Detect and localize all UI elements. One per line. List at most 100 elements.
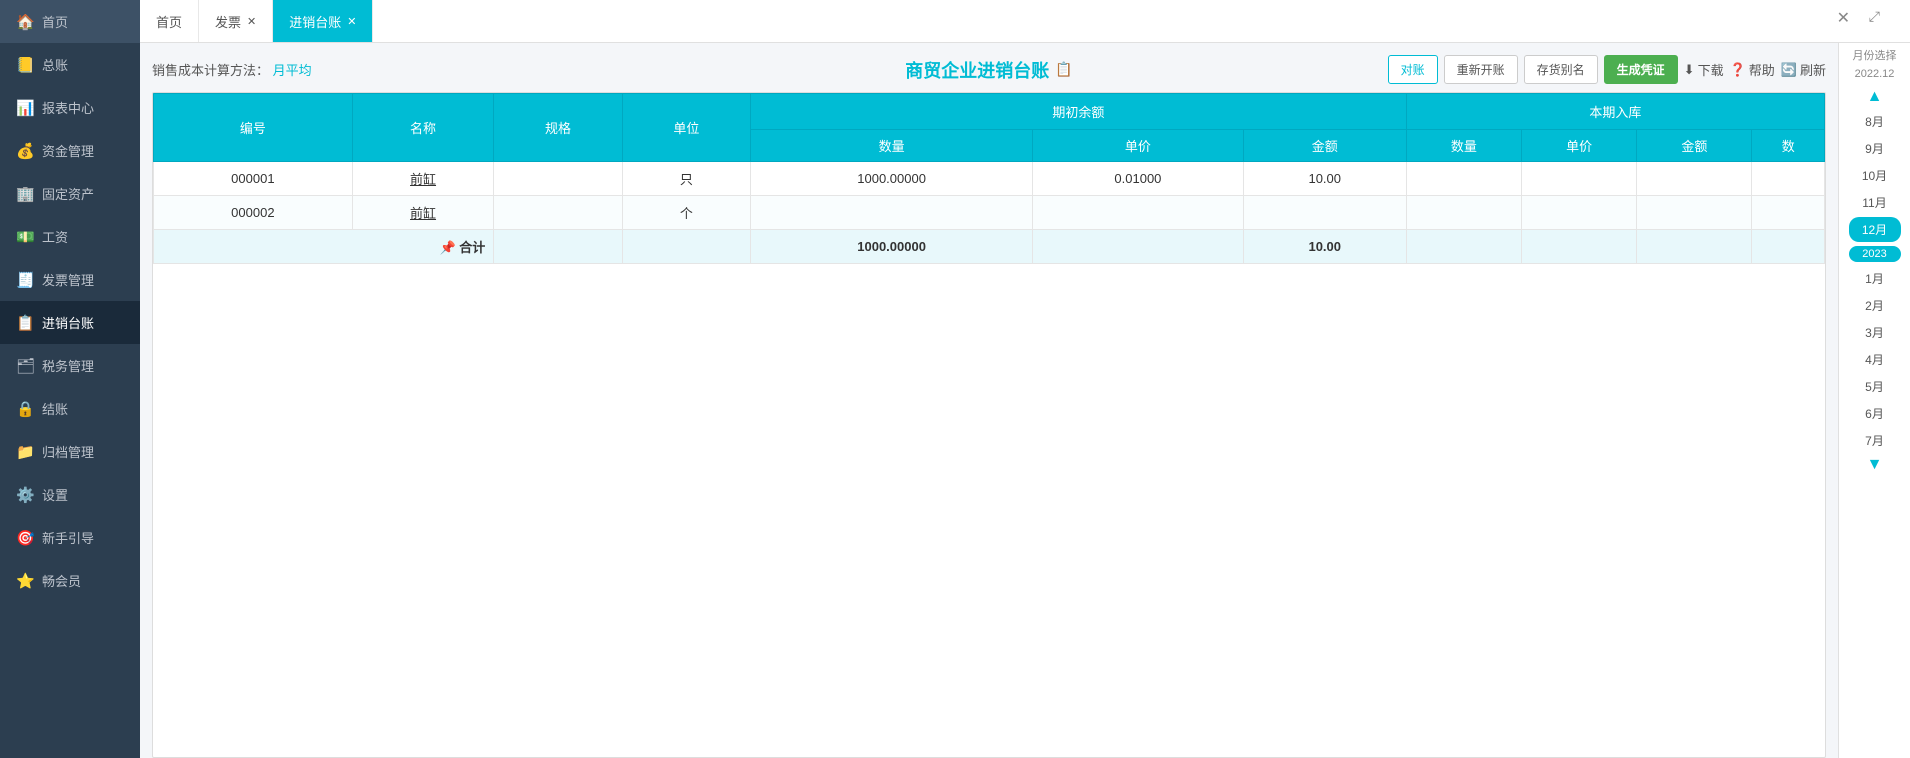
sidebar-item-invoice-mgmt[interactable]: 🧾 发票管理 [0,258,140,301]
tab-invoice-close[interactable]: ✕ [247,15,256,28]
col-header-name: 名称 [352,94,494,162]
col-header-spec: 规格 [494,94,622,162]
main-area: 首页 发票 ✕ 进销台账 ✕ ✕ ⤢ 销售成本计算方法： 月平均 [140,0,1910,758]
month-item-2023-2[interactable]: 2月 [1849,293,1901,318]
tab-invoice-label: 发票 [215,12,241,31]
sidebar-item-label: 资金管理 [42,141,94,160]
sidebar-item-label: 设置 [42,485,68,504]
member-icon: ⭐ [16,572,34,590]
table-row: 000001 前缸 只 1000.00000 0.01000 10.00 [154,162,1825,196]
month-item-2023-7[interactable]: 7月 [1849,428,1901,453]
cell-opening-price: 0.01000 [1033,162,1244,196]
month-panel-year: 2022.12 [1855,67,1895,81]
reconcile-button[interactable]: 对账 [1388,55,1438,84]
save-alias-button[interactable]: 存货别名 [1524,55,1598,84]
sidebar-item-label: 固定资产 [42,184,94,203]
cell-current-in-more [1752,196,1825,230]
total-opening-amount: 10.00 [1243,230,1406,264]
sidebar-item-label: 税务管理 [42,356,94,375]
refresh-button[interactable]: 🔄 刷新 [1781,60,1826,79]
sidebar-item-ledger[interactable]: 📒 总账 [0,43,140,86]
name-link[interactable]: 前缸 [410,206,436,221]
tab-stock-ledger-close[interactable]: ✕ [347,15,356,28]
cell-current-in-amount [1637,162,1752,196]
sidebar-item-assets[interactable]: 🏢 固定资产 [0,172,140,215]
col-header-current-in-qty: 数量 [1406,130,1521,162]
month-item-9[interactable]: 9月 [1849,136,1901,161]
cell-name[interactable]: 前缸 [352,196,494,230]
cell-current-in-price [1522,162,1637,196]
sidebar-item-payroll[interactable]: 💵 工资 [0,215,140,258]
window-close-button[interactable]: ✕ [1837,8,1850,28]
sidebar: 🏠 首页 📒 总账 📊 报表中心 💰 资金管理 🏢 固定资产 💵 工资 🧾 发票… [0,0,140,758]
tax-icon: 🗂 [16,357,34,375]
sidebar-item-label: 发票管理 [42,270,94,289]
sidebar-item-label: 归档管理 [42,442,94,461]
tab-home[interactable]: 首页 [140,0,199,42]
year-2023-badge: 2023 [1849,246,1901,262]
month-item-2023-4[interactable]: 4月 [1849,347,1901,372]
ledger-icon: 📒 [16,56,34,74]
month-scroll-up[interactable]: ▲ [1867,88,1883,106]
sidebar-item-label: 畅会员 [42,571,81,590]
col-header-opening-balance: 期初余额 [751,94,1407,130]
sidebar-item-tax[interactable]: 🗂 税务管理 [0,344,140,387]
cost-method-section: 销售成本计算方法： 月平均 [152,60,312,79]
col-header-opening-qty: 数量 [751,130,1033,162]
cell-name[interactable]: 前缸 [352,162,494,196]
cost-method-label: 销售成本计算方法： [152,63,269,78]
month-panel: 月份选择 2022.12 ▲ 8月 9月 10月 11月 12月 2023 1月… [1838,43,1910,758]
month-item-2023-6[interactable]: 6月 [1849,401,1901,426]
sidebar-item-member[interactable]: ⭐ 畅会员 [0,559,140,602]
sidebar-item-archive[interactable]: 📁 归档管理 [0,430,140,473]
sidebar-item-settings[interactable]: ⚙️ 设置 [0,473,140,516]
month-item-2023-3[interactable]: 3月 [1849,320,1901,345]
reopen-button[interactable]: 重新开账 [1444,55,1518,84]
sidebar-item-funds[interactable]: 💰 资金管理 [0,129,140,172]
archive-icon: 📁 [16,443,34,461]
generate-voucher-button[interactable]: 生成凭证 [1604,55,1678,84]
col-header-current-in: 本期入库 [1406,94,1824,130]
month-scroll-down[interactable]: ▼ [1867,456,1883,474]
name-link[interactable]: 前缸 [410,172,436,187]
download-icon: ⬇ [1684,62,1695,78]
sidebar-item-home[interactable]: 🏠 首页 [0,0,140,43]
month-item-12[interactable]: 12月 [1849,217,1901,242]
tab-invoice[interactable]: 发票 ✕ [199,0,273,42]
home-icon: 🏠 [16,13,34,31]
cell-spec [494,196,622,230]
month-item-2023-1[interactable]: 1月 [1849,266,1901,291]
tab-home-label: 首页 [156,12,182,31]
sidebar-item-close[interactable]: 🔒 结账 [0,387,140,430]
download-button[interactable]: ⬇ 下载 [1684,60,1724,79]
cell-current-in-amount [1637,196,1752,230]
window-expand-button[interactable]: ⤢ [1869,8,1880,25]
month-item-10[interactable]: 10月 [1849,163,1901,188]
col-header-opening-amount: 金额 [1243,130,1406,162]
month-item-8[interactable]: 8月 [1849,109,1901,134]
funds-icon: 💰 [16,142,34,160]
sidebar-item-stock-ledger[interactable]: 📋 进销台账 [0,301,140,344]
tab-bar: 首页 发票 ✕ 进销台账 ✕ ✕ ⤢ [140,0,1910,43]
data-table-wrapper: 编号 名称 规格 单位 期初余额 本期入库 数量 单价 金额 数量 [152,92,1826,758]
cell-current-in-more [1752,162,1825,196]
sidebar-item-reports[interactable]: 📊 报表中心 [0,86,140,129]
month-item-2023-5[interactable]: 5月 [1849,374,1901,399]
cell-code: 000001 [154,162,353,196]
help-button[interactable]: ❓ 帮助 [1730,60,1775,79]
note-icon[interactable]: 📋 [1055,61,1072,78]
tab-stock-ledger-label: 进销台账 [289,12,341,31]
cell-code: 000002 [154,196,353,230]
cell-unit: 个 [622,196,750,230]
cell-spec [494,162,622,196]
refresh-icon: 🔄 [1781,62,1797,78]
sidebar-item-guide[interactable]: 🎯 新手引导 [0,516,140,559]
month-item-11[interactable]: 11月 [1849,190,1901,215]
tab-stock-ledger[interactable]: 进销台账 ✕ [273,0,373,42]
reports-icon: 📊 [16,99,34,117]
cell-opening-qty [751,196,1033,230]
col-header-current-in-price: 单价 [1522,130,1637,162]
assets-icon: 🏢 [16,185,34,203]
cell-current-in-qty [1406,162,1521,196]
sidebar-item-label: 结账 [42,399,68,418]
